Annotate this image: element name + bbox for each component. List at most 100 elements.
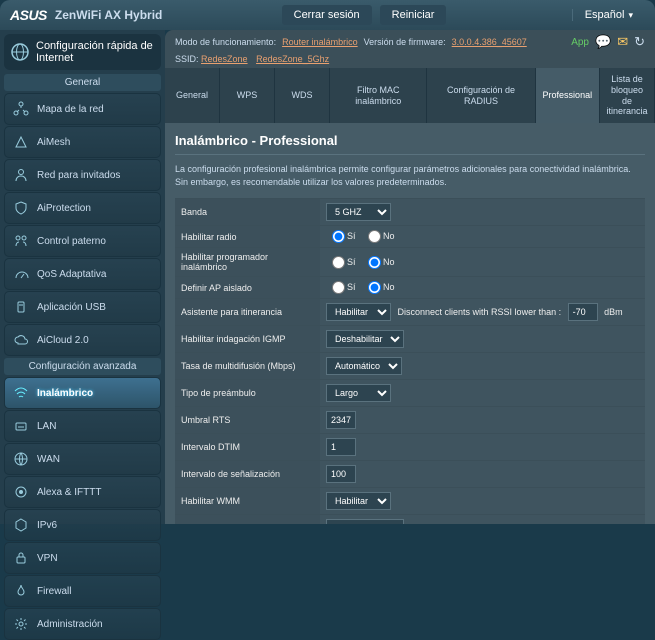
brand-logo: ASUS: [10, 7, 47, 23]
aimesh-icon: [11, 132, 31, 152]
isolated-group: Sí No: [320, 277, 645, 299]
gauge-icon: [11, 264, 31, 284]
fw-label: Versión de firmware:: [364, 37, 446, 47]
usb-icon: [11, 297, 31, 317]
tabs: General WPS WDS Filtro MAC inalámbrico C…: [165, 68, 655, 123]
firewall-icon: [11, 581, 31, 601]
lan-icon: [11, 416, 31, 436]
tab-radius[interactable]: Configuración de RADIUS: [427, 68, 535, 123]
enable-radio-label: Habilitar radio: [175, 226, 320, 248]
ssid-bar: SSID: RedesZone RedesZone_5Ghz: [165, 54, 655, 68]
beacon-label: Intervalo de señalización: [175, 461, 320, 488]
sidebar-item-aimesh[interactable]: AiMesh: [4, 126, 161, 158]
sidebar-item-wireless[interactable]: Inalámbrico: [4, 377, 161, 409]
panel-title: Inalámbrico - Professional: [175, 133, 645, 155]
rts-label: Umbral RTS: [175, 407, 320, 434]
tab-macfilter[interactable]: Filtro MAC inalámbrico: [330, 68, 427, 123]
feedback-icon[interactable]: 💬: [595, 34, 611, 50]
band-select[interactable]: 5 GHZ: [326, 203, 391, 221]
globe-icon: [10, 41, 30, 63]
sidebar-item-admin[interactable]: Administración: [4, 608, 161, 640]
settings-panel: Inalámbrico - Professional La configurac…: [165, 123, 655, 524]
quick-setup[interactable]: Configuración rápida de Internet: [4, 34, 161, 70]
scheduler-label: Habilitar programador inalámbrico: [175, 248, 320, 277]
model-name: ZenWiFi AX Hybrid: [55, 8, 162, 22]
sidebar-item-parental[interactable]: Control paterno: [4, 225, 161, 257]
reboot-button[interactable]: Reiniciar: [380, 5, 447, 25]
dtim-label: Intervalo DTIM: [175, 434, 320, 461]
preamble-select[interactable]: Largo: [326, 384, 391, 402]
sidebar-item-ipv6[interactable]: IPv6: [4, 509, 161, 541]
wmm-noack-select[interactable]: Deshabilitar: [326, 519, 404, 524]
lock-icon: [11, 548, 31, 568]
section-general: General: [4, 74, 161, 91]
ssid1-link[interactable]: RedesZone: [201, 54, 248, 64]
isolated-no[interactable]: [368, 281, 381, 294]
sidebar-item-guest[interactable]: Red para invitados: [4, 159, 161, 191]
tab-wps[interactable]: WPS: [220, 68, 275, 123]
wmm-select[interactable]: Habilitar: [326, 492, 391, 510]
power-icon[interactable]: ↻: [634, 34, 645, 50]
sidebar-item-usb[interactable]: Aplicación USB: [4, 291, 161, 323]
mode-link[interactable]: Router inalámbrico: [282, 37, 358, 47]
roaming-label: Asistente para itinerancia: [175, 299, 320, 326]
scheduler-no[interactable]: [368, 256, 381, 269]
sidebar-item-vpn[interactable]: VPN: [4, 542, 161, 574]
scheduler-yes[interactable]: [332, 256, 345, 269]
rts-input[interactable]: [326, 411, 356, 429]
mail-icon[interactable]: ✉: [617, 34, 628, 50]
isolated-label: Definir AP aislado: [175, 277, 320, 299]
roaming-select[interactable]: Habilitar: [326, 303, 391, 321]
cloud-icon: [11, 330, 31, 350]
tab-wds[interactable]: WDS: [275, 68, 330, 123]
gear-icon: [11, 614, 31, 634]
app-link[interactable]: App: [571, 37, 589, 48]
enable-radio-group: Sí No: [320, 226, 645, 248]
section-advanced: Configuración avanzada: [4, 358, 161, 375]
ssid2-link[interactable]: RedesZone_5Ghz: [256, 54, 329, 64]
wan-icon: [11, 449, 31, 469]
tab-roaming-block[interactable]: Lista de bloqueo de itinerancia: [600, 68, 655, 123]
language-selector[interactable]: Español: [572, 9, 645, 21]
sidebar-item-wan[interactable]: WAN: [4, 443, 161, 475]
isolated-yes[interactable]: [332, 281, 345, 294]
sidebar-item-aiprotection[interactable]: AiProtection: [4, 192, 161, 224]
multicast-select[interactable]: Automático: [326, 357, 402, 375]
sidebar-item-lan[interactable]: LAN: [4, 410, 161, 442]
sidebar-item-qos[interactable]: QoS Adaptativa: [4, 258, 161, 290]
panel-desc: La configuración profesional inalámbrica…: [175, 163, 645, 188]
beacon-input[interactable]: [326, 465, 356, 483]
info-bar: Modo de funcionamiento: Router inalámbri…: [165, 30, 655, 54]
enable-radio-no[interactable]: [368, 230, 381, 243]
guest-icon: [11, 165, 31, 185]
mode-label: Modo de funcionamiento:: [175, 37, 276, 47]
igmp-label: Habilitar indagación IGMP: [175, 326, 320, 353]
tab-general[interactable]: General: [165, 68, 220, 123]
tab-professional[interactable]: Professional: [536, 68, 600, 123]
wmm-noack-label: Habilitar WMM sin confirmación: [175, 515, 320, 524]
logout-button[interactable]: Cerrar sesión: [282, 5, 372, 25]
sidebar-item-firewall[interactable]: Firewall: [4, 575, 161, 607]
scheduler-group: Sí No: [320, 248, 645, 277]
sidebar-item-network-map[interactable]: Mapa de la red: [4, 93, 161, 125]
network-map-icon: [11, 99, 31, 119]
wifi-icon: [11, 383, 31, 403]
header: ASUS ZenWiFi AX Hybrid Cerrar sesión Rei…: [0, 0, 655, 30]
rssi-text: Disconnect clients with RSSI lower than …: [398, 307, 562, 317]
rssi-input[interactable]: [568, 303, 598, 321]
sidebar-item-aicloud[interactable]: AiCloud 2.0: [4, 324, 161, 356]
igmp-select[interactable]: Deshabilitar: [326, 330, 404, 348]
ipv6-icon: [11, 515, 31, 535]
band-label: Banda: [175, 199, 320, 226]
parental-icon: [11, 231, 31, 251]
dtim-input[interactable]: [326, 438, 356, 456]
sidebar: Configuración rápida de Internet General…: [0, 30, 165, 524]
fw-link[interactable]: 3.0.0.4.386_45607: [452, 37, 527, 47]
preamble-label: Tipo de preámbulo: [175, 380, 320, 407]
quick-setup-label: Configuración rápida de Internet: [36, 40, 155, 64]
enable-radio-yes[interactable]: [332, 230, 345, 243]
sidebar-item-alexa[interactable]: Alexa & IFTTT: [4, 476, 161, 508]
rssi-unit: dBm: [604, 307, 623, 317]
wmm-label: Habilitar WMM: [175, 488, 320, 515]
ssid-label: SSID:: [175, 54, 199, 64]
